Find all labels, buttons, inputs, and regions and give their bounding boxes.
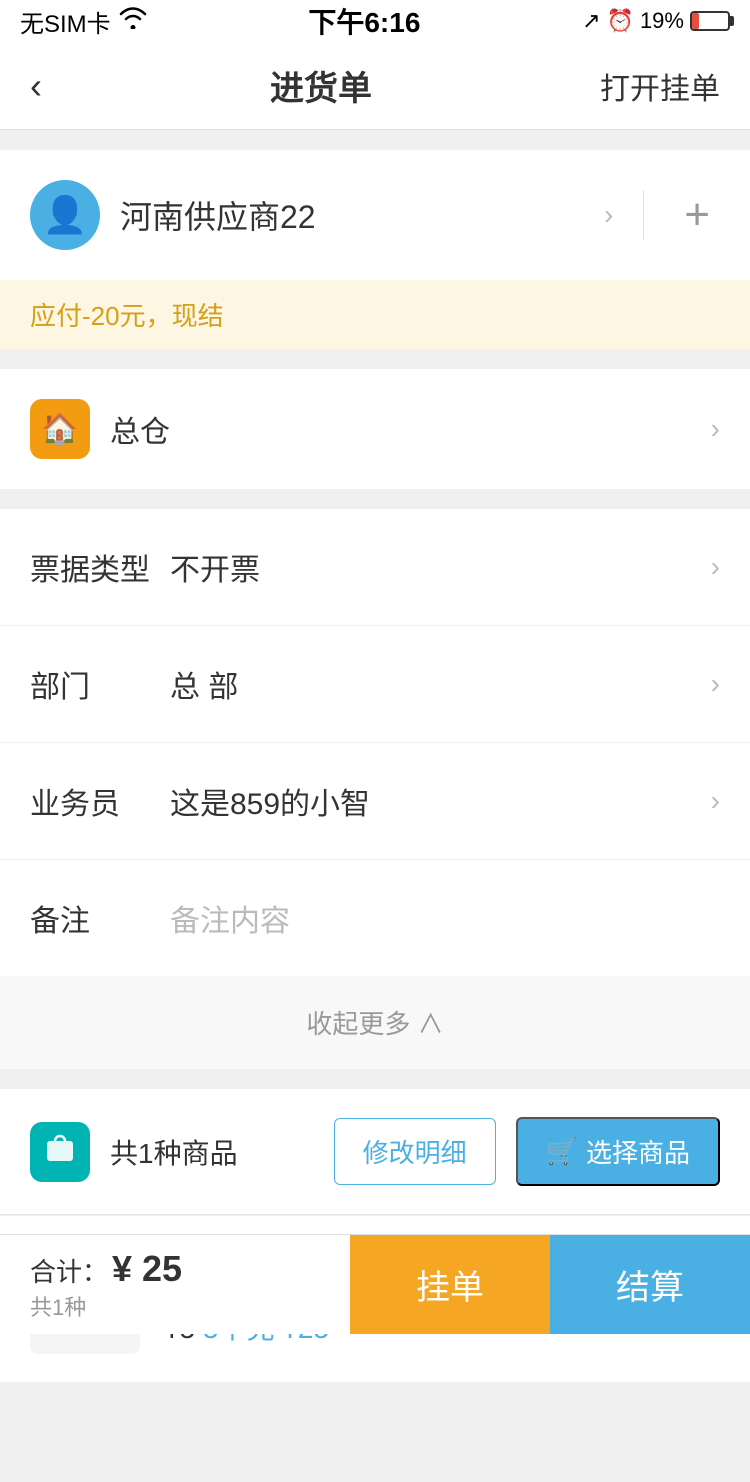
supplier-name-area[interactable]: 河南供应商22 › (120, 192, 613, 238)
gap-4 (0, 1069, 750, 1089)
divider-vertical (643, 190, 644, 240)
location-icon: ↗ (582, 8, 600, 34)
total-sub-label: 共1种 (30, 1290, 320, 1322)
battery-percent: 19% (640, 8, 684, 34)
department-label: 部门 (30, 662, 150, 706)
status-bar: 无SIM卡 下午6:16 ↗ ⏰ 19% (0, 0, 750, 42)
avatar-icon: 👤 (43, 194, 88, 236)
status-right: ↗ ⏰ 19% (582, 8, 730, 34)
nav-bar: ‹ 进货单 打开挂单 (0, 42, 750, 130)
department-row[interactable]: 部门 总 部 › (0, 626, 750, 743)
warehouse-name: 总仓 (110, 407, 711, 451)
remark-input[interactable]: 备注内容 (150, 896, 720, 940)
select-product-button[interactable]: 🛒 选择商品 (516, 1117, 720, 1186)
supplier-name: 河南供应商22 (120, 192, 316, 238)
open-hang-button[interactable]: 打开挂单 (600, 64, 720, 108)
cart-icon: 🛒 (546, 1136, 578, 1167)
warehouse-chevron-icon: › (711, 413, 720, 445)
warehouse-symbol: 🏠 (41, 412, 78, 447)
product-divider (0, 1214, 750, 1215)
modify-detail-button[interactable]: 修改明细 (334, 1118, 496, 1185)
collapse-button[interactable]: 收起更多 ∧ (0, 976, 750, 1069)
department-value: 总 部 (150, 662, 711, 706)
salesman-row[interactable]: 业务员 这是859的小智 › (0, 743, 750, 860)
remark-label: 备注 (30, 896, 150, 940)
settle-button[interactable]: 结算 (550, 1235, 750, 1334)
warehouse-section[interactable]: 🏠 总仓 › (0, 369, 750, 489)
total-amount: ¥ 25 (112, 1248, 182, 1290)
salesman-label: 业务员 (30, 779, 150, 823)
payment-info-banner: 应付-20元，现结 (0, 280, 750, 349)
product-header: 共1种商品 修改明细 🛒 选择商品 (0, 1089, 750, 1214)
warehouse-icon: 🏠 (30, 399, 90, 459)
product-section-icon (30, 1122, 90, 1182)
back-button[interactable]: ‹ (30, 65, 42, 107)
status-time: 下午6:16 (308, 1, 420, 41)
select-product-label: 选择商品 (586, 1133, 690, 1170)
ticket-type-value: 不开票 (150, 545, 711, 589)
department-chevron-icon: › (711, 668, 720, 700)
supplier-chevron-icon: › (604, 199, 613, 231)
salesman-chevron-icon: › (711, 785, 720, 817)
form-section: 票据类型 不开票 › 部门 总 部 › 业务员 这是859的小智 › 备注 备注… (0, 509, 750, 976)
hang-button[interactable]: 挂单 (350, 1235, 550, 1334)
supplier-avatar: 👤 (30, 180, 100, 250)
supplier-section: 👤 河南供应商22 › + (0, 150, 750, 280)
gap-1 (0, 130, 750, 150)
add-supplier-button[interactable]: + (674, 190, 720, 240)
ticket-chevron-icon: › (711, 551, 720, 583)
salesman-value: 这是859的小智 (150, 779, 711, 823)
gap-2 (0, 349, 750, 369)
status-left: 无SIM卡 (20, 4, 147, 39)
wifi-icon (119, 7, 147, 36)
ticket-type-row[interactable]: 票据类型 不开票 › (0, 509, 750, 626)
total-area: 合计： ¥ 25 共1种 (0, 1235, 350, 1334)
total-label: 合计： (30, 1252, 108, 1289)
total-label-row: 合计： ¥ 25 (30, 1248, 320, 1290)
page-title: 进货单 (270, 61, 372, 110)
product-count-label: 共1种商品 (110, 1132, 314, 1172)
shopping-bag-icon (43, 1131, 77, 1172)
bottom-bar: 合计： ¥ 25 共1种 挂单 结算 (0, 1234, 750, 1334)
remark-row[interactable]: 备注 备注内容 (0, 860, 750, 976)
gap-3 (0, 489, 750, 509)
sim-signal: 无SIM卡 (20, 4, 111, 39)
alarm-icon: ⏰ (607, 8, 634, 34)
ticket-type-label: 票据类型 (30, 545, 150, 589)
battery-icon (690, 11, 730, 31)
